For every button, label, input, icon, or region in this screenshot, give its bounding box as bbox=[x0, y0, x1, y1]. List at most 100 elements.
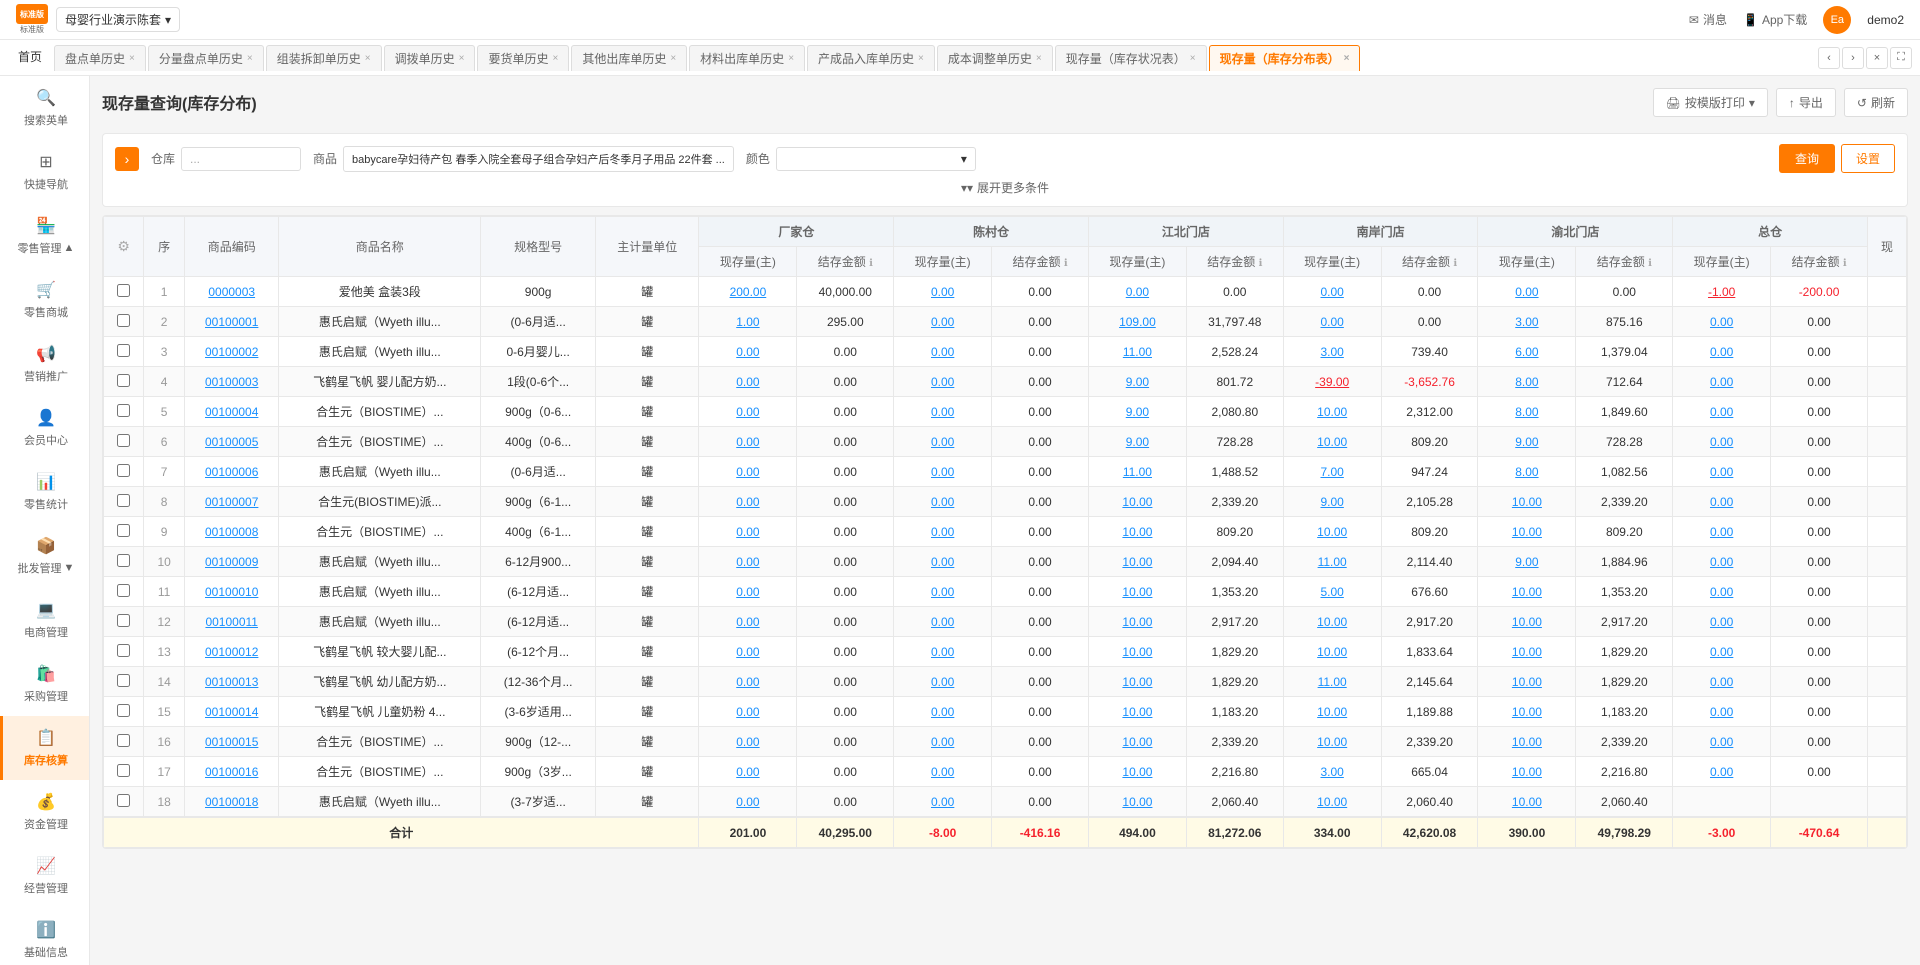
row-goods-code[interactable]: 00100018 bbox=[184, 787, 278, 818]
nav-close-all[interactable]: × bbox=[1866, 47, 1888, 69]
row-fac-qty[interactable]: 0.00 bbox=[699, 547, 797, 577]
tab-other-out[interactable]: 其他出库单历史 × bbox=[571, 45, 687, 71]
row-chen-qty[interactable]: 0.00 bbox=[894, 427, 992, 457]
row-jb-qty[interactable]: 9.00 bbox=[1088, 427, 1186, 457]
row-na-qty[interactable]: 10.00 bbox=[1283, 607, 1381, 637]
sidebar-item-operations[interactable]: 📈 经营管理 bbox=[0, 844, 89, 908]
tab-home[interactable]: 首页 bbox=[8, 44, 52, 71]
row-jb-qty[interactable]: 10.00 bbox=[1088, 487, 1186, 517]
row-check[interactable] bbox=[104, 787, 144, 818]
row-chen-qty[interactable]: 0.00 bbox=[894, 367, 992, 397]
row-total-qty[interactable]: 0.00 bbox=[1673, 517, 1771, 547]
row-yb-qty[interactable]: 10.00 bbox=[1478, 727, 1576, 757]
row-total-qty[interactable]: 0.00 bbox=[1673, 547, 1771, 577]
row-jb-qty[interactable]: 0.00 bbox=[1088, 277, 1186, 307]
row-total-qty[interactable]: 0.00 bbox=[1673, 457, 1771, 487]
row-checkbox[interactable] bbox=[117, 674, 130, 687]
row-yb-qty[interactable]: 6.00 bbox=[1478, 337, 1576, 367]
row-na-qty[interactable]: 5.00 bbox=[1283, 577, 1381, 607]
row-check[interactable] bbox=[104, 757, 144, 787]
row-na-qty[interactable]: 10.00 bbox=[1283, 517, 1381, 547]
row-na-qty[interactable]: 9.00 bbox=[1283, 487, 1381, 517]
row-check[interactable] bbox=[104, 697, 144, 727]
row-total-qty[interactable]: 0.00 bbox=[1673, 397, 1771, 427]
row-jb-qty[interactable]: 10.00 bbox=[1088, 637, 1186, 667]
row-check[interactable] bbox=[104, 397, 144, 427]
tab-stock-status[interactable]: 现存量（库存状况表） × bbox=[1055, 45, 1207, 71]
row-yb-qty[interactable]: 10.00 bbox=[1478, 607, 1576, 637]
row-fac-qty[interactable]: 1.00 bbox=[699, 307, 797, 337]
sidebar-item-stock[interactable]: 📋 库存核算 bbox=[0, 716, 89, 780]
row-total-qty[interactable]: 0.00 bbox=[1673, 307, 1771, 337]
goods-input[interactable]: babycare孕妇待产包 春季入院全套母子组合孕妇产后冬季月子用品 22件套 … bbox=[343, 146, 734, 172]
row-goods-code[interactable]: 00100006 bbox=[184, 457, 278, 487]
row-fac-qty[interactable]: 0.00 bbox=[699, 427, 797, 457]
row-goods-code[interactable]: 00100002 bbox=[184, 337, 278, 367]
row-fac-qty[interactable]: 0.00 bbox=[699, 607, 797, 637]
row-chen-qty[interactable]: 0.00 bbox=[894, 337, 992, 367]
row-fac-qty[interactable]: 0.00 bbox=[699, 637, 797, 667]
messages-btn[interactable]: ✉ 消息 bbox=[1689, 11, 1727, 28]
row-jb-qty[interactable]: 10.00 bbox=[1088, 517, 1186, 547]
row-total-qty[interactable]: -1.00 bbox=[1673, 277, 1771, 307]
row-check[interactable] bbox=[104, 547, 144, 577]
sidebar-item-retail-stats[interactable]: 📊 零售统计 bbox=[0, 460, 89, 524]
logo-area[interactable]: 标准版 标准版 bbox=[16, 4, 48, 35]
tab-material-out[interactable]: 材料出库单历史 × bbox=[689, 45, 805, 71]
row-yb-qty[interactable]: 8.00 bbox=[1478, 367, 1576, 397]
expand-more-btn[interactable]: ▾▾ 展开更多条件 bbox=[115, 179, 1895, 196]
tab-transfer[interactable]: 调拨单历史 × bbox=[384, 45, 476, 71]
row-checkbox[interactable] bbox=[117, 794, 130, 807]
row-goods-code[interactable]: 00100007 bbox=[184, 487, 278, 517]
row-chen-qty[interactable]: 0.00 bbox=[894, 517, 992, 547]
row-chen-qty[interactable]: 0.00 bbox=[894, 547, 992, 577]
row-na-qty[interactable]: 10.00 bbox=[1283, 787, 1381, 818]
sidebar-item-retail-mall[interactable]: 🛒 零售商城 bbox=[0, 268, 89, 332]
close-icon[interactable]: × bbox=[1190, 53, 1196, 64]
total-amt-info-icon[interactable]: ℹ bbox=[1843, 258, 1847, 269]
row-total-qty[interactable]: 0.00 bbox=[1673, 727, 1771, 757]
col-gear[interactable]: ⚙ bbox=[104, 217, 144, 277]
nav-right-arrow[interactable]: › bbox=[1842, 47, 1864, 69]
row-goods-code[interactable]: 00100010 bbox=[184, 577, 278, 607]
row-yb-qty[interactable]: 10.00 bbox=[1478, 487, 1576, 517]
row-jb-qty[interactable]: 10.00 bbox=[1088, 757, 1186, 787]
row-yb-qty[interactable]: 10.00 bbox=[1478, 787, 1576, 818]
row-fac-qty[interactable]: 0.00 bbox=[699, 487, 797, 517]
jb-amt-info-icon[interactable]: ℹ bbox=[1259, 258, 1263, 269]
row-goods-code[interactable]: 00100009 bbox=[184, 547, 278, 577]
row-total-qty[interactable]: 0.00 bbox=[1673, 577, 1771, 607]
row-fac-qty[interactable]: 200.00 bbox=[699, 277, 797, 307]
row-na-qty[interactable]: 3.00 bbox=[1283, 337, 1381, 367]
row-chen-qty[interactable]: 0.00 bbox=[894, 277, 992, 307]
row-yb-qty[interactable]: 10.00 bbox=[1478, 577, 1576, 607]
row-jb-qty[interactable]: 9.00 bbox=[1088, 397, 1186, 427]
row-jb-qty[interactable]: 10.00 bbox=[1088, 667, 1186, 697]
row-yb-qty[interactable]: 10.00 bbox=[1478, 637, 1576, 667]
row-total-qty[interactable]: 0.00 bbox=[1673, 427, 1771, 457]
row-total-qty[interactable]: 0.00 bbox=[1673, 667, 1771, 697]
tab-stock-dist[interactable]: 现存量（库存分布表） × bbox=[1209, 45, 1361, 71]
sidebar-item-marketing[interactable]: 📢 营销推广 bbox=[0, 332, 89, 396]
export-btn[interactable]: ↑ 导出 bbox=[1776, 88, 1836, 117]
row-jb-qty[interactable]: 11.00 bbox=[1088, 457, 1186, 487]
row-jb-qty[interactable]: 10.00 bbox=[1088, 547, 1186, 577]
close-icon[interactable]: × bbox=[552, 53, 558, 64]
tab-cost-adjust[interactable]: 成本调整单历史 × bbox=[937, 45, 1053, 71]
row-checkbox[interactable] bbox=[117, 764, 130, 777]
sidebar-item-financial[interactable]: 💰 资金管理 bbox=[0, 780, 89, 844]
color-input[interactable]: ▾ bbox=[776, 147, 976, 171]
close-icon[interactable]: × bbox=[918, 53, 924, 64]
row-checkbox[interactable] bbox=[117, 374, 130, 387]
row-yb-qty[interactable]: 3.00 bbox=[1478, 307, 1576, 337]
row-fac-qty[interactable]: 0.00 bbox=[699, 457, 797, 487]
row-check[interactable] bbox=[104, 577, 144, 607]
store-selector[interactable]: 母婴行业演示陈套 ▾ bbox=[56, 7, 180, 32]
row-chen-qty[interactable]: 0.00 bbox=[894, 397, 992, 427]
row-check[interactable] bbox=[104, 457, 144, 487]
row-chen-qty[interactable]: 0.00 bbox=[894, 307, 992, 337]
row-yb-qty[interactable]: 9.00 bbox=[1478, 427, 1576, 457]
row-yb-qty[interactable]: 9.00 bbox=[1478, 547, 1576, 577]
close-icon[interactable]: × bbox=[1036, 53, 1042, 64]
row-checkbox[interactable] bbox=[117, 524, 130, 537]
